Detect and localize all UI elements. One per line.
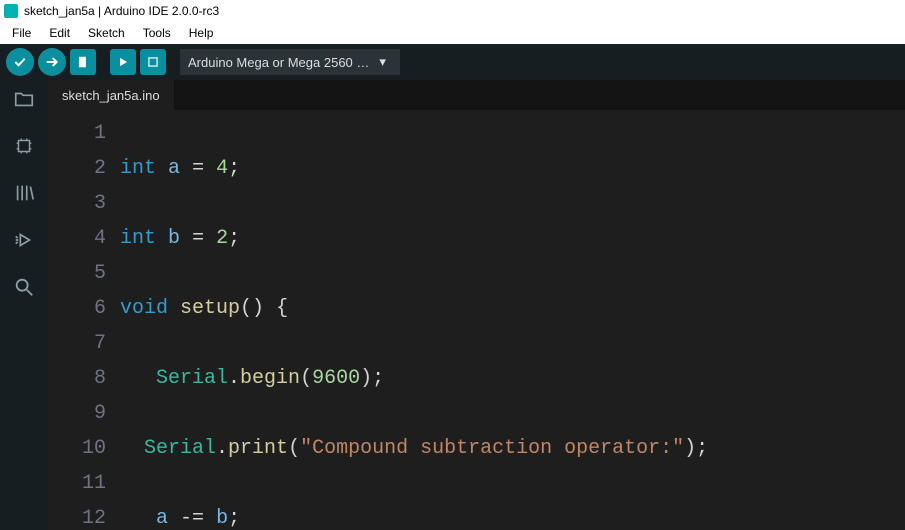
line-number: 1 [48, 116, 106, 151]
line-number: 2 [48, 151, 106, 186]
line-number: 4 [48, 221, 106, 256]
line-number: 5 [48, 256, 106, 291]
chevron-down-icon: ▾ [379, 54, 386, 70]
activity-bar [0, 80, 48, 530]
tab-bar-empty [175, 80, 905, 110]
code-editor[interactable]: 1 2 3 4 5 6 7 8 9 10 11 12 int a = 4; in… [48, 110, 905, 530]
code-line: Serial.begin(9600); [120, 361, 905, 396]
search-icon[interactable] [13, 276, 35, 303]
board-selector[interactable]: Arduino Mega or Mega 2560 … ▾ [180, 49, 400, 75]
debug-button[interactable] [110, 49, 136, 75]
line-number: 8 [48, 361, 106, 396]
menu-help[interactable]: Help [181, 24, 222, 42]
line-number: 9 [48, 396, 106, 431]
code-line: Serial.print("Compound subtraction opera… [120, 431, 905, 466]
upload-button[interactable] [38, 48, 66, 76]
other-button[interactable] [140, 49, 166, 75]
tab-label: sketch_jan5a.ino [62, 88, 160, 103]
code-line: int b = 2; [120, 221, 905, 256]
menu-tools[interactable]: Tools [135, 24, 179, 42]
window-title: sketch_jan5a | Arduino IDE 2.0.0-rc3 [24, 4, 219, 18]
menu-edit[interactable]: Edit [41, 24, 78, 42]
board-label: Arduino Mega or Mega 2560 … [188, 55, 369, 70]
line-number: 12 [48, 501, 106, 530]
line-gutter: 1 2 3 4 5 6 7 8 9 10 11 12 [48, 110, 120, 530]
board-manager-icon[interactable] [13, 135, 35, 162]
code-lines[interactable]: int a = 4; int b = 2; void setup() { Ser… [120, 110, 905, 530]
main: sketch_jan5a.ino 1 2 3 4 5 6 7 8 9 10 11… [0, 80, 905, 530]
editor-area: sketch_jan5a.ino 1 2 3 4 5 6 7 8 9 10 11… [48, 80, 905, 530]
menubar: File Edit Sketch Tools Help [0, 22, 905, 44]
tab-bar: sketch_jan5a.ino [48, 80, 905, 110]
tab-sketch[interactable]: sketch_jan5a.ino [48, 80, 175, 110]
menu-sketch[interactable]: Sketch [80, 24, 133, 42]
library-manager-icon[interactable] [13, 182, 35, 209]
new-sketch-button[interactable] [70, 49, 96, 75]
app-icon [4, 4, 18, 18]
menu-file[interactable]: File [4, 24, 39, 42]
line-number: 3 [48, 186, 106, 221]
toolbar: Arduino Mega or Mega 2560 … ▾ [0, 44, 905, 80]
code-line: void setup() { [120, 291, 905, 326]
line-number: 7 [48, 326, 106, 361]
debug-icon[interactable] [13, 229, 35, 256]
titlebar: sketch_jan5a | Arduino IDE 2.0.0-rc3 [0, 0, 905, 22]
code-line: int a = 4; [120, 151, 905, 186]
line-number: 11 [48, 466, 106, 501]
line-number: 6 [48, 291, 106, 326]
verify-button[interactable] [6, 48, 34, 76]
code-line: a -= b; [120, 501, 905, 530]
line-number: 10 [48, 431, 106, 466]
folder-icon[interactable] [13, 88, 35, 115]
